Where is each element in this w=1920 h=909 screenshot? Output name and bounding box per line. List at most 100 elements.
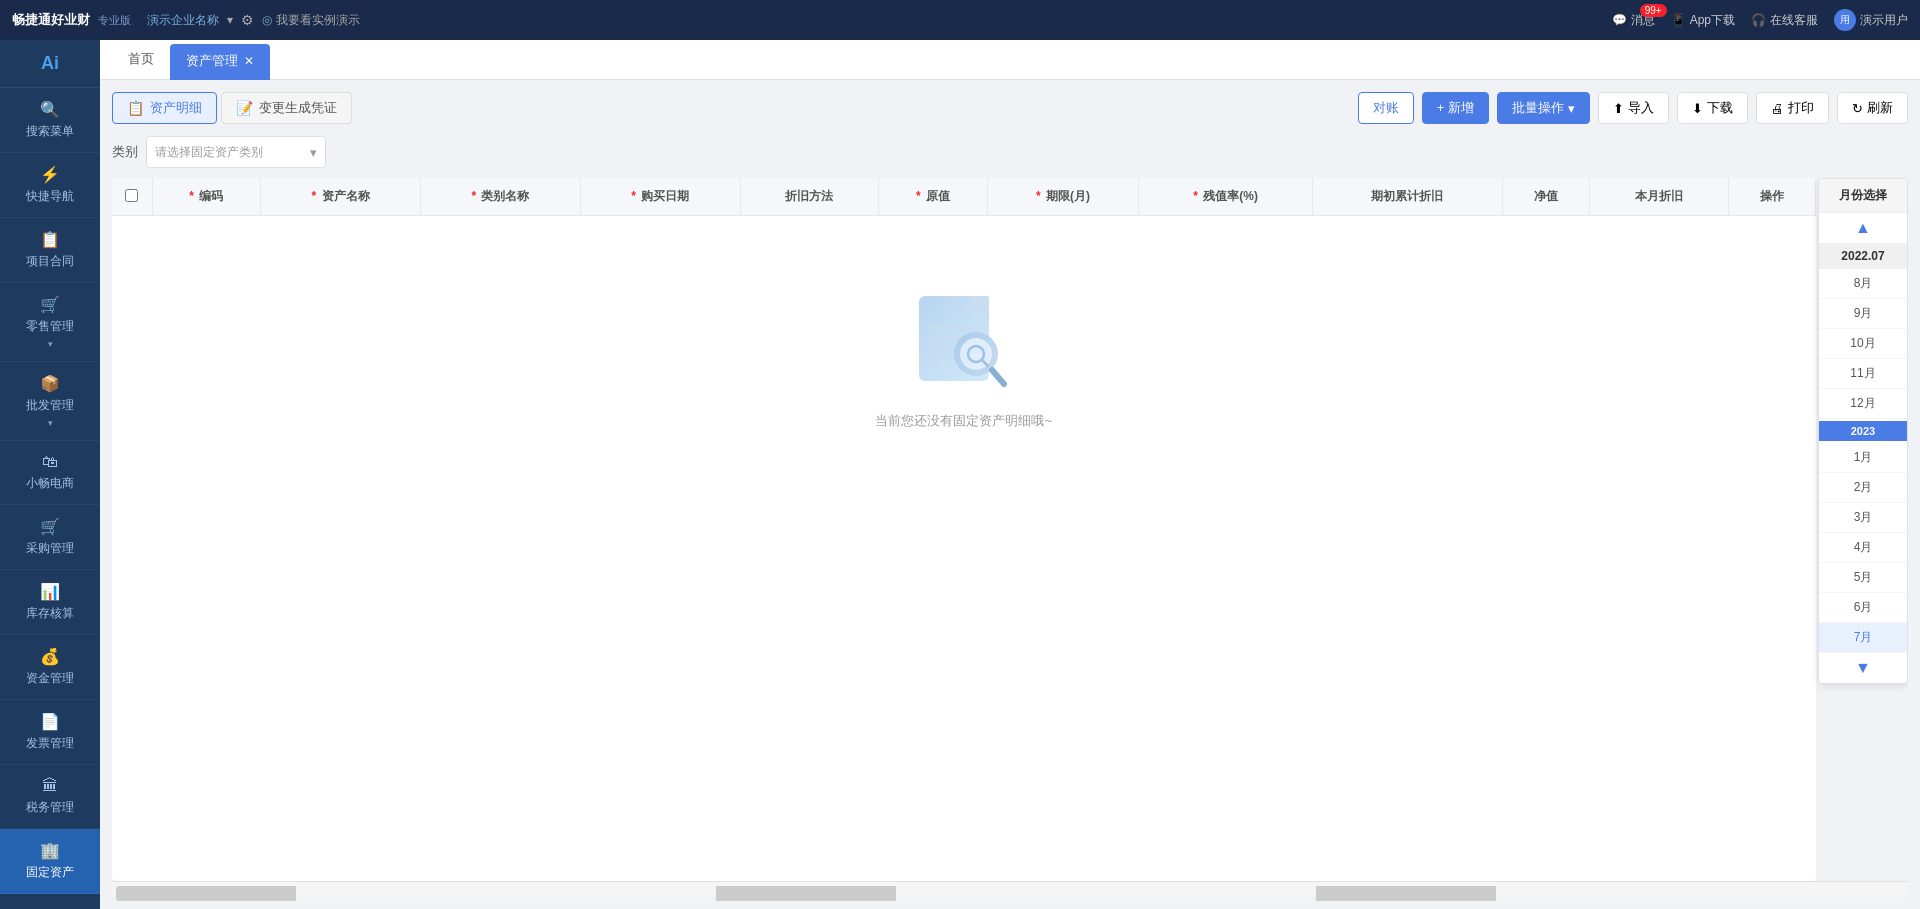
message-button[interactable]: 💬 消息 99+: [1612, 12, 1655, 29]
sidebar-item-tax[interactable]: 🏛 税务管理: [0, 765, 100, 829]
app-download-button[interactable]: 📱 App下载: [1671, 12, 1735, 29]
month-5[interactable]: 5月: [1819, 563, 1907, 593]
user-avatar: 用: [1834, 9, 1856, 31]
add-button[interactable]: + 新增: [1422, 92, 1489, 124]
svg-line-9: [992, 370, 1004, 384]
month-panel-up[interactable]: ▲: [1819, 213, 1907, 243]
col-checkbox: [112, 178, 152, 216]
print-button[interactable]: 🖨 打印: [1756, 92, 1829, 124]
import-label: 导入: [1628, 99, 1654, 117]
col-depreciation-method: 折旧方法: [740, 178, 878, 216]
col-period: * 期限(月): [987, 178, 1138, 216]
col-category-label: 类别名称: [481, 189, 529, 203]
sidebar-item-project[interactable]: 📋 项目合同: [0, 218, 100, 283]
sidebar-item-label: 采购管理: [26, 540, 74, 557]
month-11[interactable]: 11月: [1819, 359, 1907, 389]
sub-tab-asset-detail-label: 资产明细: [150, 99, 202, 117]
category-select[interactable]: 请选择固定资产类别 ▾: [146, 136, 326, 168]
sidebar-item-label: 搜索菜单: [26, 123, 74, 140]
chevron-down-icon: ▾: [48, 339, 53, 349]
app-subtitle: 专业版: [98, 13, 131, 28]
import-button[interactable]: ⬆ 导入: [1598, 92, 1669, 124]
chevron-down-icon: ▾: [48, 418, 53, 428]
month-4[interactable]: 4月: [1819, 533, 1907, 563]
download-button[interactable]: ⬇ 下载: [1677, 92, 1748, 124]
month-panel-selected-date: 2022.07: [1819, 243, 1907, 269]
sidebar-item-finance[interactable]: 💰 资金管理: [0, 635, 100, 700]
select-all-checkbox[interactable]: [125, 189, 138, 202]
sidebar-item-label: 发票管理: [26, 735, 74, 752]
col-net-value-label: 净值: [1534, 189, 1558, 203]
app-download-label: App下载: [1690, 12, 1735, 29]
month-12[interactable]: 12月: [1819, 389, 1907, 419]
sidebar-item-label: 资金管理: [26, 670, 74, 687]
user-name: 演示用户: [1860, 12, 1908, 29]
sidebar-item-shortcut[interactable]: ⚡ 快捷导航: [0, 153, 100, 218]
sidebar-item-purchase[interactable]: 🛒 采购管理: [0, 505, 100, 570]
tab-close-icon[interactable]: ✕: [244, 54, 254, 68]
sidebar-item-inventory[interactable]: 📊 库存核算: [0, 570, 100, 635]
sub-tabs: 📋 资产明细 📝 变更生成凭证 对账 + 新增 批量操作: [112, 92, 1908, 124]
month-1[interactable]: 1月: [1819, 443, 1907, 473]
sidebar-item-label: 库存核算: [26, 605, 74, 622]
sidebar-item-salary[interactable]: 💵 工资: [0, 894, 100, 909]
sidebar-item-search[interactable]: 🔍 搜索菜单: [0, 88, 100, 153]
col-category: * 类别名称: [421, 178, 581, 216]
sidebar-item-ecommerce[interactable]: 🛍 小畅电商: [0, 441, 100, 505]
tab-asset-mgmt[interactable]: 资产管理 ✕: [170, 44, 270, 80]
sidebar-item-fixed-asset[interactable]: 🏢 固定资产: [0, 829, 100, 894]
sub-tab-change-voucher[interactable]: 📝 变更生成凭证: [221, 92, 352, 124]
online-service-button[interactable]: 🎧 在线客服: [1751, 12, 1818, 29]
logo-text: Ai: [8, 52, 92, 75]
month-9[interactable]: 9月: [1819, 299, 1907, 329]
message-count: 99+: [1640, 4, 1667, 17]
sidebar-logo: Ai: [0, 40, 100, 88]
user-menu[interactable]: 用 演示用户: [1834, 9, 1908, 31]
top-bar: 畅捷通好业财 专业版 演示企业名称 ▾ ⚙ 我要看实例演示 💬 消息 99+ 📱…: [0, 0, 1920, 40]
col-code: * 编码: [152, 178, 261, 216]
asset-detail-icon: 📋: [127, 100, 144, 116]
empty-row: 当前您还没有固定资产明细哦~: [112, 216, 1816, 491]
download-label: 下载: [1707, 99, 1733, 117]
demo-link[interactable]: 我要看实例演示: [262, 12, 360, 29]
batch-button[interactable]: 批量操作 ▾: [1497, 92, 1590, 124]
month-8[interactable]: 8月: [1819, 269, 1907, 299]
selected-date: 2022.07: [1841, 249, 1884, 263]
company-name: 演示企业名称: [147, 12, 219, 29]
top-bar-left: 畅捷通好业财 专业版 演示企业名称 ▾ ⚙ 我要看实例演示: [12, 11, 1602, 29]
sub-tab-asset-detail[interactable]: 📋 资产明细: [112, 92, 217, 124]
settings-icon[interactable]: ⚙: [241, 12, 254, 28]
add-label: + 新增: [1437, 99, 1474, 117]
refresh-button[interactable]: ↻ 刷新: [1837, 92, 1908, 124]
sub-tab-change-voucher-label: 变更生成凭证: [259, 99, 337, 117]
month-panel-title: 月份选择: [1819, 179, 1907, 213]
month-10[interactable]: 10月: [1819, 329, 1907, 359]
company-dropdown[interactable]: ▾: [227, 13, 233, 27]
col-monthly-depreciation: 本月折旧: [1590, 178, 1728, 216]
month-2[interactable]: 2月: [1819, 473, 1907, 503]
month-3[interactable]: 3月: [1819, 503, 1907, 533]
tab-home[interactable]: 首页: [112, 40, 170, 80]
empty-text: 当前您还没有固定资产明细哦~: [875, 412, 1052, 430]
sidebar-item-retail[interactable]: 🛒 零售管理 ▾: [0, 283, 100, 362]
ecommerce-icon: 🛍: [42, 453, 58, 471]
col-original-value-label: 原值: [926, 189, 950, 203]
tab-home-label: 首页: [128, 50, 154, 68]
toolbar-actions: 对账 + 新增 批量操作 ▾ ⬆ 导入 ⬇ 下载: [1358, 92, 1908, 124]
tab-asset-mgmt-label: 资产管理: [186, 52, 238, 70]
sidebar-item-invoice[interactable]: 📄 发票管理: [0, 700, 100, 765]
tax-icon: 🏛: [42, 777, 58, 795]
month-6[interactable]: 6月: [1819, 593, 1907, 623]
bottom-scrollbar[interactable]: [112, 881, 1908, 897]
reconcile-label: 对账: [1373, 99, 1399, 117]
month-7[interactable]: 7月: [1819, 623, 1907, 653]
table-body: 当前您还没有固定资产明细哦~: [112, 216, 1816, 491]
col-operation: 操作: [1728, 178, 1815, 216]
empty-cell: 当前您还没有固定资产明细哦~: [112, 216, 1816, 491]
finance-icon: 💰: [40, 647, 60, 666]
year-2023-badge: 2023: [1819, 421, 1907, 441]
asset-table-element: * 编码 * 资产名称 * 类别名称: [112, 178, 1816, 490]
reconcile-button[interactable]: 对账: [1358, 92, 1414, 124]
month-panel-down[interactable]: ▼: [1819, 653, 1907, 683]
sidebar-item-wholesale[interactable]: 📦 批发管理 ▾: [0, 362, 100, 441]
